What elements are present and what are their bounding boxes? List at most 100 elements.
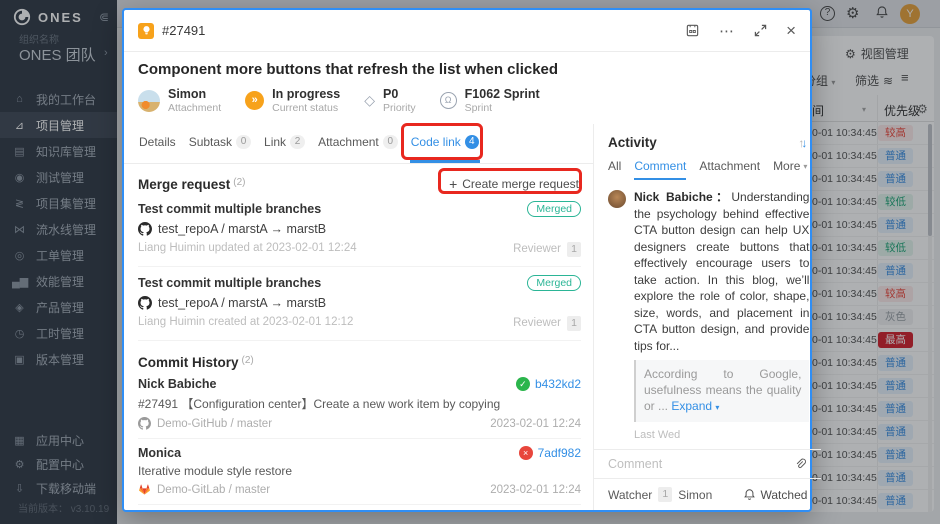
comment-time: Last Wed xyxy=(634,429,681,441)
commit-message: #27491 【Configuration center】Create a ne… xyxy=(138,397,501,411)
work-item-fields: Simon Attachment » In progress Current sta… xyxy=(124,78,810,124)
commit-time: 2023-02-01 12:24 xyxy=(490,483,581,496)
close-icon[interactable]: × xyxy=(786,22,796,39)
work-item-modal: #27491 ⋯ × Component more buttons that r… xyxy=(122,8,822,512)
tab-label: Details xyxy=(139,135,176,149)
tab[interactable]: Subtask 0 xyxy=(188,124,252,163)
activity-list: Nick Babiche：Understanding the psycholog… xyxy=(594,180,821,449)
activity-tab[interactable]: Comment xyxy=(634,159,687,180)
commit-author: Nick Babiche xyxy=(138,377,217,391)
tab[interactable]: Code link 4 xyxy=(409,124,480,163)
github-icon xyxy=(138,296,152,310)
sort-icon[interactable]: ↑↓ xyxy=(798,136,807,150)
tab[interactable]: Details xyxy=(138,124,177,163)
priority-value: P0 xyxy=(382,87,399,101)
activity-tab[interactable]: Attachment xyxy=(699,159,760,180)
status-field[interactable]: » In progress Current status xyxy=(245,87,340,114)
save-view-icon[interactable] xyxy=(685,23,700,38)
modal-header: #27491 ⋯ × xyxy=(124,10,810,52)
merge-request-title: Test commit multiple branches xyxy=(138,276,322,290)
priority-icon: ◇ xyxy=(364,92,375,108)
assignee-value: Simon xyxy=(168,87,207,101)
avatar xyxy=(608,190,626,208)
sprint-icon: Ω xyxy=(439,92,457,109)
chevron-down-icon: ▾ xyxy=(803,161,808,171)
commit-author: Monica xyxy=(138,446,182,460)
merge-request-item[interactable]: Test commit multiple branches Merged tes… xyxy=(138,193,581,267)
commit-status-icon: ✓ xyxy=(515,377,530,391)
assignee-field[interactable]: Simon Attachment xyxy=(138,87,221,114)
comment-placeholder: Comment xyxy=(608,457,663,471)
attachment-paperclip-icon[interactable] xyxy=(794,458,807,471)
watched-toggle[interactable]: Watched xyxy=(743,488,807,502)
reviewer-count-badge: 1 xyxy=(567,242,581,257)
commit-history-count: (2) xyxy=(241,355,254,366)
watcher-count-badge: 1 xyxy=(658,487,673,502)
tab-label: Link xyxy=(264,135,287,149)
commit-item[interactable]: Nick Babiche ✓ b432kd2 #27491 【Configurat… xyxy=(138,370,581,439)
commit-item[interactable]: Monica × 7adf982 Iterative module style r… xyxy=(138,439,581,505)
priority-field[interactable]: ◇ P0 Priority xyxy=(364,87,415,114)
merge-request-branches: test_repoA / marstA → marstB xyxy=(158,296,327,310)
activity-panel: Activity ↑↓ All Comment Attachment More ▾ xyxy=(594,124,822,510)
status-label: Current status xyxy=(272,102,339,114)
tab-label: Subtask xyxy=(188,135,233,149)
merge-request-title: Test commit multiple branches xyxy=(138,202,322,216)
tab-count-badge: 0 xyxy=(236,135,252,149)
sprint-value: F1062 Sprint xyxy=(464,87,540,101)
commit-repo-branch: Demo-GitLab / master xyxy=(157,483,271,496)
reviewer-info: Reviewer 1 xyxy=(513,242,581,257)
activity-tab[interactable]: All xyxy=(608,159,621,180)
quoted-text: According to Google, usefulness means th… xyxy=(634,360,810,422)
status-icon: » xyxy=(245,91,265,110)
commit-hash-link[interactable]: × 7adf982 xyxy=(518,446,581,460)
tab-label: Code link xyxy=(410,135,461,149)
activity-title: Activity xyxy=(608,135,657,150)
commit-message: Iterative module style restore xyxy=(138,464,293,478)
chevron-down-icon: ▾ xyxy=(715,403,720,412)
tab-count-badge: 0 xyxy=(382,135,398,149)
commit-list: Nick Babiche ✓ b432kd2 #27491 【Configurat… xyxy=(138,370,581,505)
modal-header-actions: ⋯ × xyxy=(685,22,796,40)
code-link-pane: Details Subtask 0 Link 2 Attachment 0 Co… xyxy=(124,124,594,510)
work-item-type-icon xyxy=(138,22,154,39)
expand-link[interactable]: Expand xyxy=(671,399,712,413)
tab-count-badge: 2 xyxy=(290,135,306,149)
tab-label: Attachment xyxy=(318,135,379,149)
comment-input[interactable]: Comment xyxy=(594,449,822,478)
github-icon xyxy=(138,222,152,236)
expand-icon[interactable] xyxy=(754,24,767,37)
comment-text: Understanding the psychology behind effe… xyxy=(634,190,810,353)
reviewer-count-badge: 1 xyxy=(567,316,581,331)
reviewer-info: Reviewer 1 xyxy=(513,316,581,331)
activity-comment: Nick Babiche：Understanding the psycholog… xyxy=(608,189,810,444)
code-link-content: Merge request (2) + Create merge request T… xyxy=(124,164,593,510)
merge-request-section-title: Merge request (2) xyxy=(138,176,246,192)
sprint-field[interactable]: Ω F1062 Sprint Sprint xyxy=(439,87,540,114)
commit-status-icon: × xyxy=(518,446,533,460)
commit-hash-link[interactable]: ✓ b432kd2 xyxy=(515,377,581,391)
merged-status-badge: Merged xyxy=(527,275,581,291)
tab-count-badge: 4 xyxy=(464,135,479,149)
merge-request-meta: Liang Huimin created at 2023-02-01 12:12 xyxy=(138,316,354,328)
sprint-label: Sprint xyxy=(464,102,493,114)
status-value: In progress xyxy=(272,87,341,101)
activity-tab[interactable]: More ▾ xyxy=(773,159,807,180)
work-item-id: #27491 xyxy=(162,23,206,38)
work-item-title[interactable]: Component more buttons that refresh the … xyxy=(124,52,810,78)
merge-request-item[interactable]: Test commit multiple branches Merged tes… xyxy=(138,267,581,341)
commit-history-section-title: Commit History (2) xyxy=(138,355,254,370)
activity-tabs: All Comment Attachment More ▾ xyxy=(594,150,821,180)
merged-status-badge: Merged xyxy=(527,201,581,217)
merge-request-meta: Liang Huimin updated at 2023-02-01 12:24 xyxy=(138,242,357,254)
merge-request-count: (2) xyxy=(233,176,246,188)
repo-provider-icon xyxy=(138,417,151,430)
tab[interactable]: Attachment 0 xyxy=(317,124,399,163)
create-merge-request-button[interactable]: + Create merge request xyxy=(447,175,581,193)
commit-time: 2023-02-01 12:24 xyxy=(490,417,581,430)
merge-request-list: Test commit multiple branches Merged tes… xyxy=(138,193,581,341)
plus-icon: + xyxy=(449,176,458,192)
merge-request-branches: test_repoA / marstA → marstB xyxy=(158,222,327,236)
tab[interactable]: Link 2 xyxy=(263,124,306,163)
more-actions-icon[interactable]: ⋯ xyxy=(719,22,735,40)
